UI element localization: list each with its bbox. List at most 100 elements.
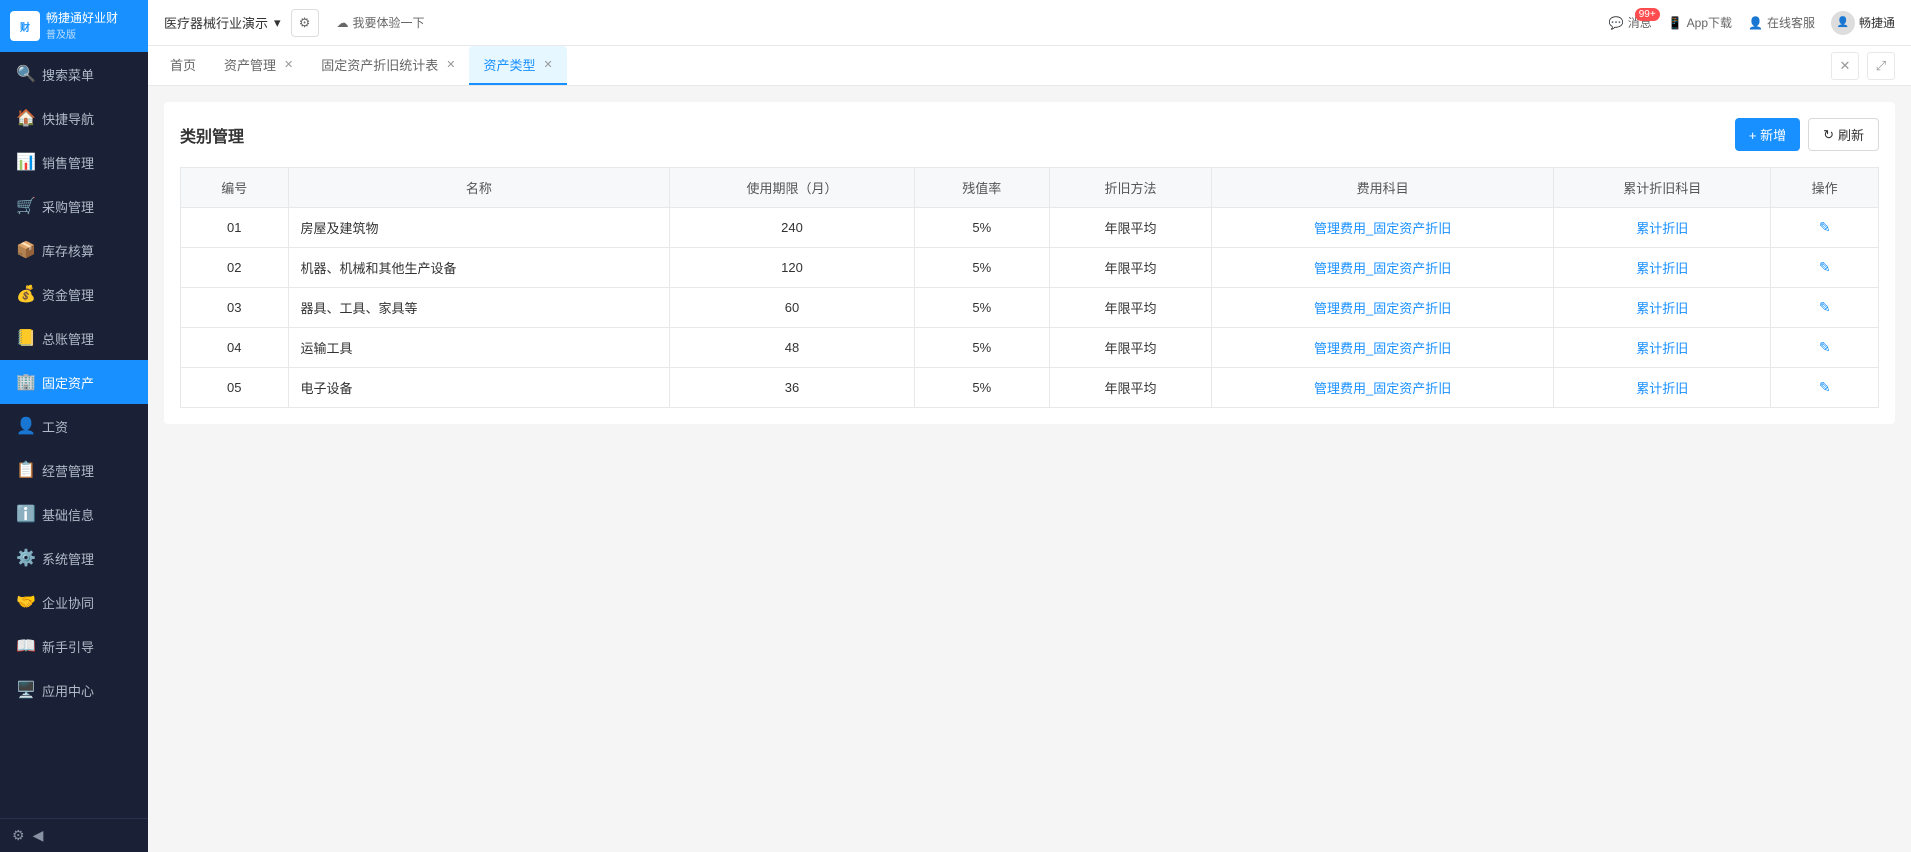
cell-expense: 管理费用_固定资产折旧 xyxy=(1212,288,1554,328)
management-icon: 📋 xyxy=(16,460,34,480)
online-service-label: 在线客服 xyxy=(1767,14,1815,31)
col-period: 使用期限（月） xyxy=(670,168,915,208)
cell-period: 60 xyxy=(670,288,915,328)
new-button[interactable]: + 新增 xyxy=(1735,118,1800,151)
refresh-button[interactable]: ↻ 刷新 xyxy=(1808,118,1879,151)
sidebar-item-label: 经营管理 xyxy=(42,461,94,480)
col-code: 编号 xyxy=(181,168,289,208)
sales-icon: 📊 xyxy=(16,152,34,172)
basic-info-icon: ℹ️ xyxy=(16,504,34,524)
cell-edit[interactable]: ✎ xyxy=(1771,368,1879,408)
tab-asset-mgmt[interactable]: 资产管理 ✕ xyxy=(210,46,307,85)
cell-name: 电子设备 xyxy=(288,368,670,408)
cell-accumulated: 累计折旧 xyxy=(1554,208,1771,248)
sidebar-item-quick-nav[interactable]: 🏠 快捷导航 xyxy=(0,96,148,140)
sidebar-item-system[interactable]: ⚙️ 系统管理 xyxy=(0,536,148,580)
sidebar-item-search[interactable]: 🔍 搜索菜单 xyxy=(0,52,148,96)
sidebar-scroll: 🔍 搜索菜单 🏠 快捷导航 📊 销售管理 🛒 采购管理 📦 库存核算 💰 资金管… xyxy=(0,52,148,818)
sidebar-item-capital[interactable]: 💰 资金管理 xyxy=(0,272,148,316)
tab-asset-mgmt-close[interactable]: ✕ xyxy=(284,58,293,71)
cell-code: 04 xyxy=(181,328,289,368)
sidebar-item-basic-info[interactable]: ℹ️ 基础信息 xyxy=(0,492,148,536)
sidebar-item-label: 资金管理 xyxy=(42,285,94,304)
fixed-assets-icon: 🏢 xyxy=(16,372,34,392)
cell-edit[interactable]: ✎ xyxy=(1771,208,1879,248)
message-button[interactable]: 💬 消息 99+ xyxy=(1609,14,1652,31)
edit-icon[interactable]: ✎ xyxy=(1819,299,1831,315)
edit-icon[interactable]: ✎ xyxy=(1819,219,1831,235)
tab-depreciation-table[interactable]: 固定资产折旧统计表 ✕ xyxy=(307,46,469,85)
settings-footer-button[interactable]: ⚙ xyxy=(12,827,25,844)
tab-asset-type[interactable]: 资产类型 ✕ xyxy=(469,46,566,85)
sidebar-item-purchase[interactable]: 🛒 采购管理 xyxy=(0,184,148,228)
tab-depreciation-close[interactable]: ✕ xyxy=(446,58,455,71)
logo-text: 畅捷通好业财 xyxy=(46,11,118,27)
cell-residual: 5% xyxy=(914,208,1049,248)
online-service-button[interactable]: 👤 在线客服 xyxy=(1748,14,1815,31)
user-info[interactable]: 👤 畅捷通 xyxy=(1831,11,1895,35)
sidebar-item-label: 搜索菜单 xyxy=(42,65,94,84)
purchase-icon: 🛒 xyxy=(16,196,34,216)
service-icon: 👤 xyxy=(1748,16,1763,30)
sidebar-item-payroll[interactable]: 👤 工资 xyxy=(0,404,148,448)
cell-method: 年限平均 xyxy=(1049,368,1211,408)
company-selector[interactable]: 医疗器械行业演示 ▾ xyxy=(164,13,281,32)
sidebar-item-label: 基础信息 xyxy=(42,505,94,524)
cell-method: 年限平均 xyxy=(1049,248,1211,288)
enterprise-icon: 🤝 xyxy=(16,592,34,612)
cell-edit[interactable]: ✎ xyxy=(1771,288,1879,328)
sidebar-item-app-center[interactable]: 🖥️ 应用中心 xyxy=(0,668,148,712)
collapse-sidebar-button[interactable]: ◀ xyxy=(33,827,44,844)
message-icon: 💬 xyxy=(1609,16,1624,30)
col-expense: 费用科目 xyxy=(1212,168,1554,208)
home-icon: 🏠 xyxy=(16,108,34,128)
experience-button[interactable]: ☁ 我要体验一下 xyxy=(329,10,433,35)
edit-icon[interactable]: ✎ xyxy=(1819,259,1831,275)
app-download-label: App下载 xyxy=(1687,14,1732,31)
sidebar-item-sales[interactable]: 📊 销售管理 xyxy=(0,140,148,184)
app-download-button[interactable]: 📱 App下载 xyxy=(1668,14,1732,31)
sidebar-item-enterprise[interactable]: 🤝 企业协同 xyxy=(0,580,148,624)
sidebar-item-ledger[interactable]: 📒 总账管理 xyxy=(0,316,148,360)
cell-name: 运输工具 xyxy=(288,328,670,368)
col-accumulated: 累计折旧科目 xyxy=(1554,168,1771,208)
cell-accumulated: 累计折旧 xyxy=(1554,248,1771,288)
sidebar-item-label: 工资 xyxy=(42,417,68,436)
top-header: 医疗器械行业演示 ▾ ⚙ ☁ 我要体验一下 💬 消息 99+ 📱 App下载 xyxy=(148,0,1911,46)
sidebar-item-management[interactable]: 📋 经营管理 xyxy=(0,448,148,492)
tab-home[interactable]: 首页 xyxy=(156,46,210,85)
sidebar-item-fixed-assets[interactable]: 🏢 固定资产 xyxy=(0,360,148,404)
cell-residual: 5% xyxy=(914,328,1049,368)
sidebar-item-inventory[interactable]: 📦 库存核算 xyxy=(0,228,148,272)
search-icon: 🔍 xyxy=(16,64,34,84)
cell-edit[interactable]: ✎ xyxy=(1771,248,1879,288)
cell-period: 120 xyxy=(670,248,915,288)
app-center-icon: 🖥️ xyxy=(16,680,34,700)
sidebar-item-label: 销售管理 xyxy=(42,153,94,172)
sidebar-item-label: 固定资产 xyxy=(42,373,94,392)
logo-sub: 普及版 xyxy=(46,26,118,41)
table-header-row: 编号 名称 使用期限（月） 残值率 折旧方法 费用科目 累计折旧科目 操作 xyxy=(181,168,1879,208)
page-card: 类别管理 + 新增 ↻ 刷新 编号 名称 使用期限（月） xyxy=(164,102,1895,424)
cell-code: 05 xyxy=(181,368,289,408)
cloud-icon: ☁ xyxy=(337,16,349,30)
main-area: 医疗器械行业演示 ▾ ⚙ ☁ 我要体验一下 💬 消息 99+ 📱 App下载 xyxy=(148,0,1911,852)
table-row: 03 器具、工具、家具等 60 5% 年限平均 管理费用_固定资产折旧 累计折旧… xyxy=(181,288,1879,328)
sidebar-item-label: 系统管理 xyxy=(42,549,94,568)
edit-icon[interactable]: ✎ xyxy=(1819,339,1831,355)
tab-asset-type-close[interactable]: ✕ xyxy=(544,58,553,71)
edit-icon[interactable]: ✎ xyxy=(1819,379,1831,395)
col-method: 折旧方法 xyxy=(1049,168,1211,208)
settings-button[interactable]: ⚙ xyxy=(291,9,319,37)
cell-residual: 5% xyxy=(914,288,1049,328)
cell-edit[interactable]: ✎ xyxy=(1771,328,1879,368)
close-tab-button[interactable]: ✕ xyxy=(1831,52,1859,80)
tabs-bar: 首页 资产管理 ✕ 固定资产折旧统计表 ✕ 资产类型 ✕ ✕ ⤢ xyxy=(148,46,1911,86)
sidebar-item-label: 总账管理 xyxy=(42,329,94,348)
experience-label: 我要体验一下 xyxy=(353,14,425,31)
fullscreen-button[interactable]: ⤢ xyxy=(1867,52,1895,80)
cell-name: 机器、机械和其他生产设备 xyxy=(288,248,670,288)
message-badge: 99+ xyxy=(1635,8,1660,21)
sidebar-item-label: 快捷导航 xyxy=(42,109,94,128)
sidebar-item-guide[interactable]: 📖 新手引导 xyxy=(0,624,148,668)
